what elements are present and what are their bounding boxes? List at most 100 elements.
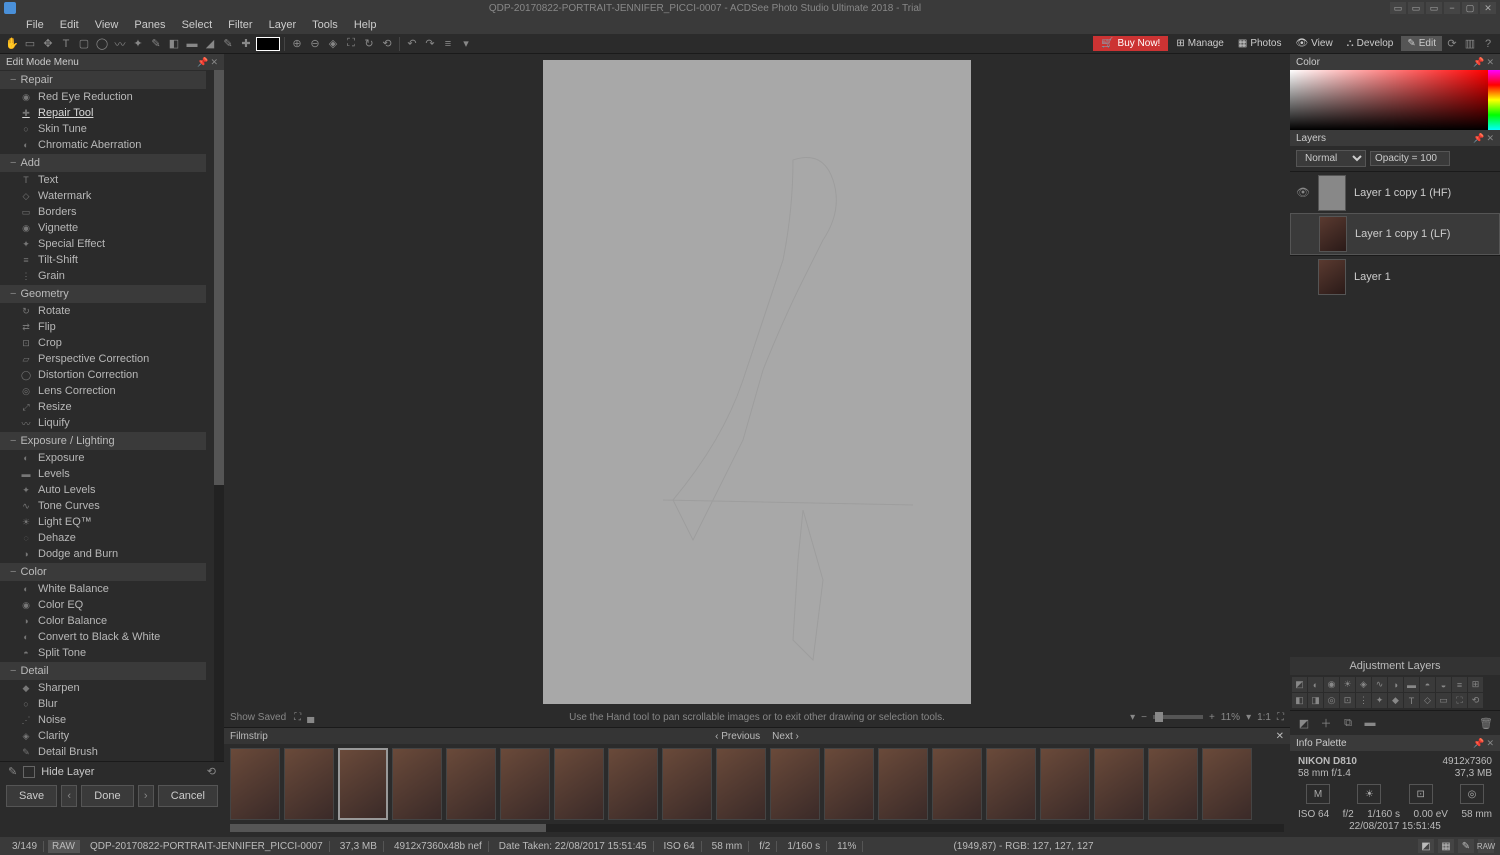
histogram-icon[interactable]: ▄	[307, 712, 314, 723]
heal-tool-icon[interactable]: ✚	[238, 36, 254, 52]
tool-item[interactable]: ◎Lens Correction	[0, 383, 206, 399]
zoomin-icon[interactable]: ⊕	[289, 36, 305, 52]
tool-item[interactable]: ◐Chromatic Aberration	[0, 137, 206, 153]
brush-tool-icon[interactable]: ✎	[148, 36, 164, 52]
next-button[interactable]: ›	[138, 785, 154, 807]
pin-icon[interactable]: 📌	[197, 57, 208, 68]
visibility-icon[interactable]	[1297, 227, 1311, 241]
adj-icon[interactable]: ◩	[1292, 677, 1307, 692]
done-button[interactable]: Done	[81, 785, 133, 807]
thumbnail[interactable]	[230, 748, 280, 820]
move-tool-icon[interactable]: ✥	[40, 36, 56, 52]
mode-develop[interactable]: ⛬Develop	[1341, 36, 1400, 51]
adj-icon[interactable]: ▭	[1436, 693, 1451, 708]
eyedrop-tool-icon[interactable]: ✎	[220, 36, 236, 52]
reset-icon[interactable]: ⟲	[379, 36, 395, 52]
adj-icon[interactable]: ◨	[1308, 693, 1323, 708]
adj-icon[interactable]: ◇	[1420, 693, 1435, 708]
tool-list[interactable]: Repair◉Red Eye Reduction✚Repair Tool○Ski…	[0, 70, 224, 761]
reset-icon[interactable]: ⟲	[207, 765, 216, 778]
add-layer-icon[interactable]: ＋	[1318, 715, 1334, 731]
thumbnail[interactable]	[1202, 748, 1252, 820]
status-icon1[interactable]: ◩	[1418, 839, 1434, 853]
adj-icon[interactable]: ✦	[1372, 693, 1387, 708]
zoom-arrow-icon[interactable]: ▾	[1246, 712, 1251, 723]
thumbnail[interactable]	[770, 748, 820, 820]
adj-icon[interactable]: ◐	[1308, 677, 1323, 692]
thumbnail[interactable]	[1040, 748, 1090, 820]
duplicate-icon[interactable]: ⧉	[1340, 715, 1356, 731]
status-icon2[interactable]: ▦	[1438, 839, 1454, 853]
close-icon[interactable]: ✕	[1486, 738, 1494, 749]
adj-icon[interactable]: ◧	[1292, 693, 1307, 708]
adj-icon[interactable]: ◉	[1324, 677, 1339, 692]
tool-item[interactable]: ∿Tone Curves	[0, 498, 206, 514]
color-picker[interactable]	[1290, 70, 1500, 130]
group-header[interactable]: Add	[0, 154, 206, 172]
bars-icon[interactable]: ▥	[1462, 36, 1478, 52]
group-header[interactable]: Geometry	[0, 285, 206, 303]
tool-item[interactable]: ◉Color EQ	[0, 597, 206, 613]
mode-edit[interactable]: ✎Edit	[1401, 36, 1442, 51]
adj-icon[interactable]: ⊞	[1468, 677, 1483, 692]
canvas-area[interactable]	[224, 54, 1290, 709]
dropdown-icon[interactable]: ▾	[1130, 712, 1135, 723]
show-saved-button[interactable]: Show Saved	[230, 712, 286, 723]
pin-icon[interactable]: 📌	[1473, 57, 1484, 68]
adj-icon[interactable]: ≡	[1452, 677, 1467, 692]
tool-item[interactable]: ○Blur	[0, 696, 206, 712]
adj-icon[interactable]: ▬	[1404, 677, 1419, 692]
adj-icon[interactable]: ◒	[1436, 677, 1451, 692]
status-icon4[interactable]: RAW	[1478, 839, 1494, 853]
delete-icon[interactable]: 🗑	[1478, 715, 1494, 731]
adj-icon[interactable]: ◑	[1388, 677, 1403, 692]
filmstrip-scrollbar[interactable]	[230, 824, 1284, 832]
tool-item[interactable]: ≡Tilt-Shift	[0, 252, 206, 268]
redo-icon[interactable]: ↷	[422, 36, 438, 52]
flatten-icon[interactable]: ▬	[1362, 715, 1378, 731]
buy-now-button[interactable]: 🛒Buy Now!	[1093, 36, 1168, 51]
thumbnail[interactable]	[662, 748, 712, 820]
tool-item[interactable]: ◉Red Eye Reduction	[0, 89, 206, 105]
tool-item[interactable]: ⇄Flip	[0, 319, 206, 335]
actual-size-icon[interactable]: 1:1	[1257, 712, 1271, 723]
prev-button[interactable]: ‹	[61, 785, 77, 807]
tool-item[interactable]: ◓Split Tone	[0, 645, 206, 661]
zoom-slider[interactable]	[1153, 715, 1203, 719]
close-icon[interactable]: ✕	[1276, 731, 1284, 742]
thumbnail[interactable]	[446, 748, 496, 820]
tool-item[interactable]: ◌Dehaze	[0, 530, 206, 546]
add-mask-icon[interactable]: ◩	[1296, 715, 1312, 731]
tool-item[interactable]: ⋮Grain	[0, 268, 206, 284]
zoom-out-icon[interactable]: −	[1141, 712, 1147, 723]
tool-item[interactable]: ⋰Noise	[0, 712, 206, 728]
tool-item[interactable]: ▱Perspective Correction	[0, 351, 206, 367]
tool-item[interactable]: ◐White Balance	[0, 581, 206, 597]
layer-item[interactable]: 👁Layer 1 copy 1 (HF)	[1290, 171, 1500, 213]
tool-item[interactable]: ✦Special Effect	[0, 236, 206, 252]
text-tool-icon[interactable]: T	[58, 36, 74, 52]
undo-icon[interactable]: ↶	[404, 36, 420, 52]
menu-layer[interactable]: Layer	[261, 17, 305, 33]
menu-view[interactable]: View	[87, 17, 127, 33]
wand-tool-icon[interactable]: ✦	[130, 36, 146, 52]
tool-item[interactable]: ◑Dodge and Burn	[0, 546, 206, 562]
gradient-tool-icon[interactable]: ◢	[202, 36, 218, 52]
thumbnail[interactable]	[338, 748, 388, 820]
mode-photos[interactable]: ▦Photos	[1232, 36, 1288, 51]
fit-icon[interactable]: ⛶	[1277, 712, 1284, 723]
menu-file[interactable]: File	[18, 17, 52, 33]
close-icon[interactable]: ✕	[1486, 133, 1494, 144]
tool-item[interactable]: ◐Exposure	[0, 450, 206, 466]
menu-edit[interactable]: Edit	[52, 17, 87, 33]
tool-item[interactable]: ✚Repair Tool	[0, 105, 206, 121]
thumbnail[interactable]	[1094, 748, 1144, 820]
close-icon[interactable]: ✕	[210, 57, 218, 68]
menu-help[interactable]: Help	[346, 17, 385, 33]
thumbnail[interactable]	[500, 748, 550, 820]
adj-icon[interactable]: ☀	[1340, 677, 1355, 692]
close-button[interactable]: ✕	[1480, 2, 1496, 14]
tool-item[interactable]: ○Skin Tune	[0, 121, 206, 137]
actual-icon[interactable]: ◈	[325, 36, 341, 52]
lasso-tool-icon[interactable]: 〰	[112, 36, 128, 52]
